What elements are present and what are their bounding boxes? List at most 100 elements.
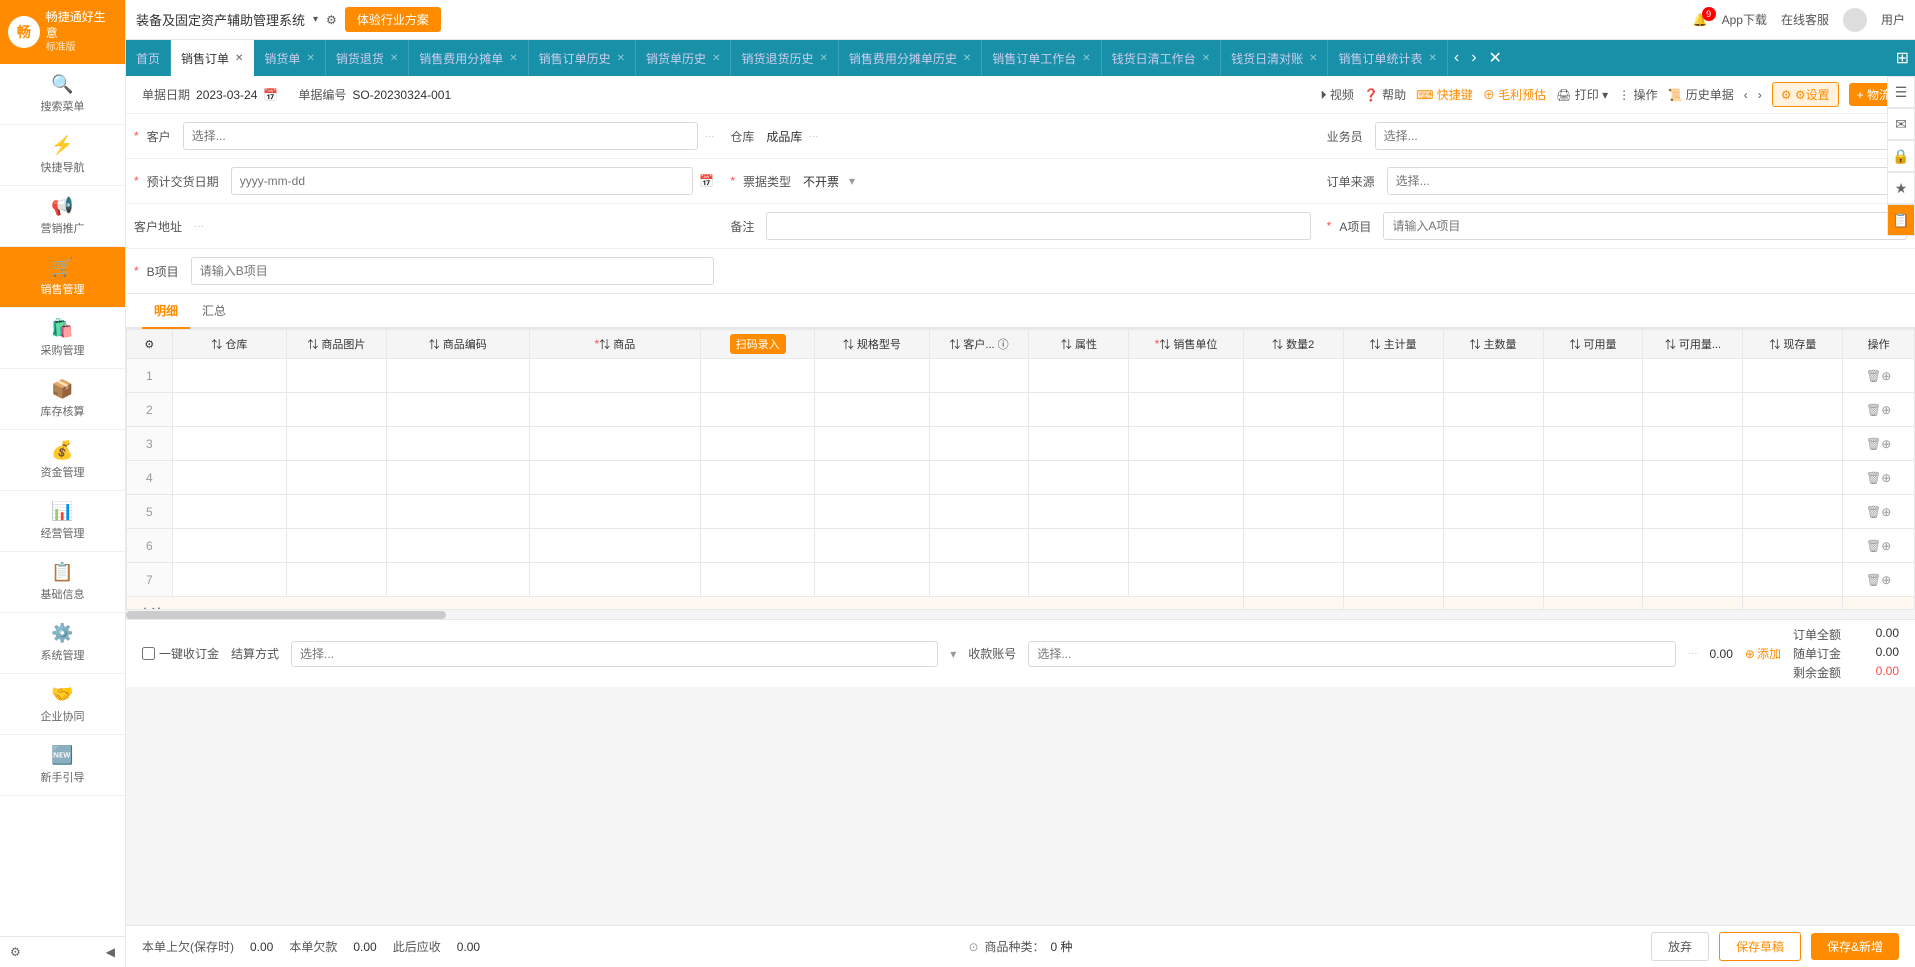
close-icon[interactable]: ✕ (390, 53, 398, 64)
tab-sales-goods[interactable]: 销货单 ✕ (254, 40, 325, 76)
close-icon[interactable]: ✕ (819, 53, 827, 64)
right-panel-scan-icon[interactable]: 📋 (1887, 204, 1915, 236)
col-warehouse[interactable]: ⇅ 仓库 (172, 330, 286, 359)
online-service-link[interactable]: 在线客服 (1781, 11, 1829, 28)
row-warehouse-3[interactable] (172, 427, 286, 461)
tab-daily-account[interactable]: 钱货日清对账 ✕ (1221, 40, 1328, 76)
copy-icon[interactable]: ⊕ (1881, 437, 1891, 451)
tab-close-all-button[interactable]: ✕ (1483, 40, 1508, 76)
order-source-input[interactable] (1387, 167, 1895, 195)
delete-icon[interactable]: 🗑 (1866, 369, 1881, 383)
sidebar-item-search[interactable]: 🔍 搜索菜单 (0, 64, 125, 125)
sidebar-item-guide[interactable]: 🆕 新手引导 (0, 735, 125, 796)
tab-summary[interactable]: 汇总 (190, 294, 238, 329)
delete-icon[interactable]: 🗑 (1866, 403, 1881, 417)
customer-addr-ellipsis[interactable]: ··· (194, 221, 204, 232)
save-draft-button[interactable]: 保存草稿 (1719, 932, 1801, 961)
sidebar-item-finance[interactable]: 💰 资金管理 (0, 430, 125, 491)
tab-return-history[interactable]: 销货退货历史 ✕ (731, 40, 838, 76)
col-product-img[interactable]: ⇅ 商品图片 (286, 330, 386, 359)
right-panel-lock-icon[interactable]: 🔒 (1887, 140, 1915, 172)
row-product-2[interactable] (529, 393, 700, 427)
sidebar-item-inventory[interactable]: 📦 库存核算 (0, 369, 125, 430)
preview-link[interactable]: ⏵ 视频 (1320, 86, 1353, 103)
notification-bell[interactable]: 🔔 9 (1693, 13, 1708, 27)
calendar-icon[interactable]: 📅 (263, 88, 278, 102)
b-project-input[interactable] (191, 257, 715, 285)
close-icon[interactable]: ✕ (712, 53, 720, 64)
tab-expense-history[interactable]: 销售费用分摊单历史 ✕ (839, 40, 982, 76)
col-main-unit[interactable]: ⇅ 主计量 (1343, 330, 1443, 359)
app-download-link[interactable]: App下载 (1722, 11, 1767, 28)
sidebar-item-enterprise[interactable]: 🤝 企业协同 (0, 674, 125, 735)
customer-input[interactable] (183, 122, 699, 150)
nav-prev-icon[interactable]: ‹ (1744, 88, 1748, 102)
close-icon[interactable]: ✕ (963, 53, 971, 64)
tab-order-workbench[interactable]: 销售订单工作台 ✕ (982, 40, 1101, 76)
close-icon[interactable]: ✕ (306, 53, 314, 64)
tab-sales-order[interactable]: 销售订单 ✕ (171, 40, 254, 76)
settlement-input[interactable] (291, 641, 938, 667)
nav-next-icon[interactable]: › (1758, 88, 1762, 102)
add-payment-link[interactable]: ⊕ 添加 (1745, 645, 1781, 662)
help-link[interactable]: ❓ 帮助 (1364, 86, 1406, 103)
right-panel-star-icon[interactable]: ★ (1887, 172, 1915, 204)
tab-prev-button[interactable]: ‹ (1448, 40, 1465, 76)
delete-icon[interactable]: 🗑 (1866, 437, 1881, 451)
row-product-1[interactable] (529, 359, 700, 393)
col-available2[interactable]: ⇅ 可用量... (1643, 330, 1743, 359)
col-sales-unit[interactable]: *⇅ 销售单位 (1129, 330, 1243, 359)
history-link[interactable]: 📜 历史单据 (1667, 86, 1733, 103)
gear-icon[interactable]: ⚙ (326, 13, 337, 27)
delete-icon[interactable]: 🗑 (1866, 471, 1881, 485)
row-product-3[interactable] (529, 427, 700, 461)
col-customer-code[interactable]: ⇅ 客户... ⓘ (929, 330, 1029, 359)
save-new-button[interactable]: 保存&新增 (1811, 933, 1899, 960)
account-input[interactable] (1028, 641, 1675, 667)
operation-link[interactable]: ⋮ 操作 (1618, 86, 1657, 103)
tab-detail[interactable]: 明细 (142, 294, 190, 329)
col-current-stock[interactable]: ⇅ 现存量 (1743, 330, 1843, 359)
tab-sales-order-history[interactable]: 销售订单历史 ✕ (529, 40, 636, 76)
sidebar-settings-icon[interactable]: ⚙ (10, 945, 21, 959)
copy-icon[interactable]: ⊕ (1881, 403, 1891, 417)
one-click-checkbox[interactable] (142, 647, 155, 660)
tab-daily-workbench[interactable]: 钱货日清工作台 ✕ (1102, 40, 1221, 76)
copy-icon[interactable]: ⊕ (1881, 471, 1891, 485)
customer-ellipsis[interactable]: ··· (704, 131, 714, 142)
col-attribute[interactable]: ⇅ 属性 (1029, 330, 1129, 359)
settings-button[interactable]: ⚙ ⚙设置 (1772, 82, 1839, 107)
col-product-code[interactable]: ⇅ 商品编码 (386, 330, 529, 359)
settlement-dropdown-icon[interactable]: ▾ (950, 647, 956, 661)
staff-input[interactable] (1375, 122, 1891, 150)
close-icon[interactable]: ✕ (1082, 53, 1090, 64)
delete-icon[interactable]: 🗑 (1866, 573, 1881, 587)
right-panel-list-icon[interactable]: ☰ (1887, 76, 1915, 108)
shortcut-link[interactable]: ⌨ 快捷键 (1416, 86, 1473, 103)
tab-home[interactable]: 首页 (126, 40, 171, 76)
a-project-input[interactable] (1383, 212, 1907, 240)
col-qty2[interactable]: ⇅ 数量2 (1243, 330, 1343, 359)
close-icon[interactable]: ✕ (235, 53, 243, 64)
profit-link[interactable]: ⊕ 毛利预估 (1483, 86, 1546, 103)
warehouse-ellipsis[interactable]: ··· (808, 131, 818, 142)
sidebar-item-sales[interactable]: 🛒 销售管理 (0, 247, 125, 308)
close-icon[interactable]: ✕ (1309, 53, 1317, 64)
one-click-checkout-label[interactable]: 一键收订金 (142, 645, 219, 662)
col-product[interactable]: *⇅ 商品 (529, 330, 700, 359)
copy-icon[interactable]: ⊕ (1881, 369, 1891, 383)
sidebar-item-marketing[interactable]: 📢 营销推广 (0, 186, 125, 247)
col-settings[interactable]: ⚙ (127, 330, 173, 359)
copy-icon[interactable]: ⊕ (1881, 505, 1891, 519)
close-icon[interactable]: ✕ (617, 53, 625, 64)
invoice-dropdown-icon[interactable]: ▾ (849, 174, 855, 188)
table-scrollbar[interactable] (126, 609, 1915, 619)
sidebar-collapse-icon[interactable]: ◀ (106, 945, 115, 959)
tab-next-button[interactable]: › (1465, 40, 1482, 76)
chevron-down-icon[interactable]: ▾ (313, 14, 318, 25)
discard-button[interactable]: 放弃 (1651, 932, 1709, 961)
sidebar-item-base-info[interactable]: 📋 基础信息 (0, 552, 125, 613)
col-available[interactable]: ⇅ 可用量 (1543, 330, 1643, 359)
calendar2-icon[interactable]: 📅 (699, 174, 714, 188)
tab-sales-goods-history[interactable]: 销货单历史 ✕ (636, 40, 731, 76)
